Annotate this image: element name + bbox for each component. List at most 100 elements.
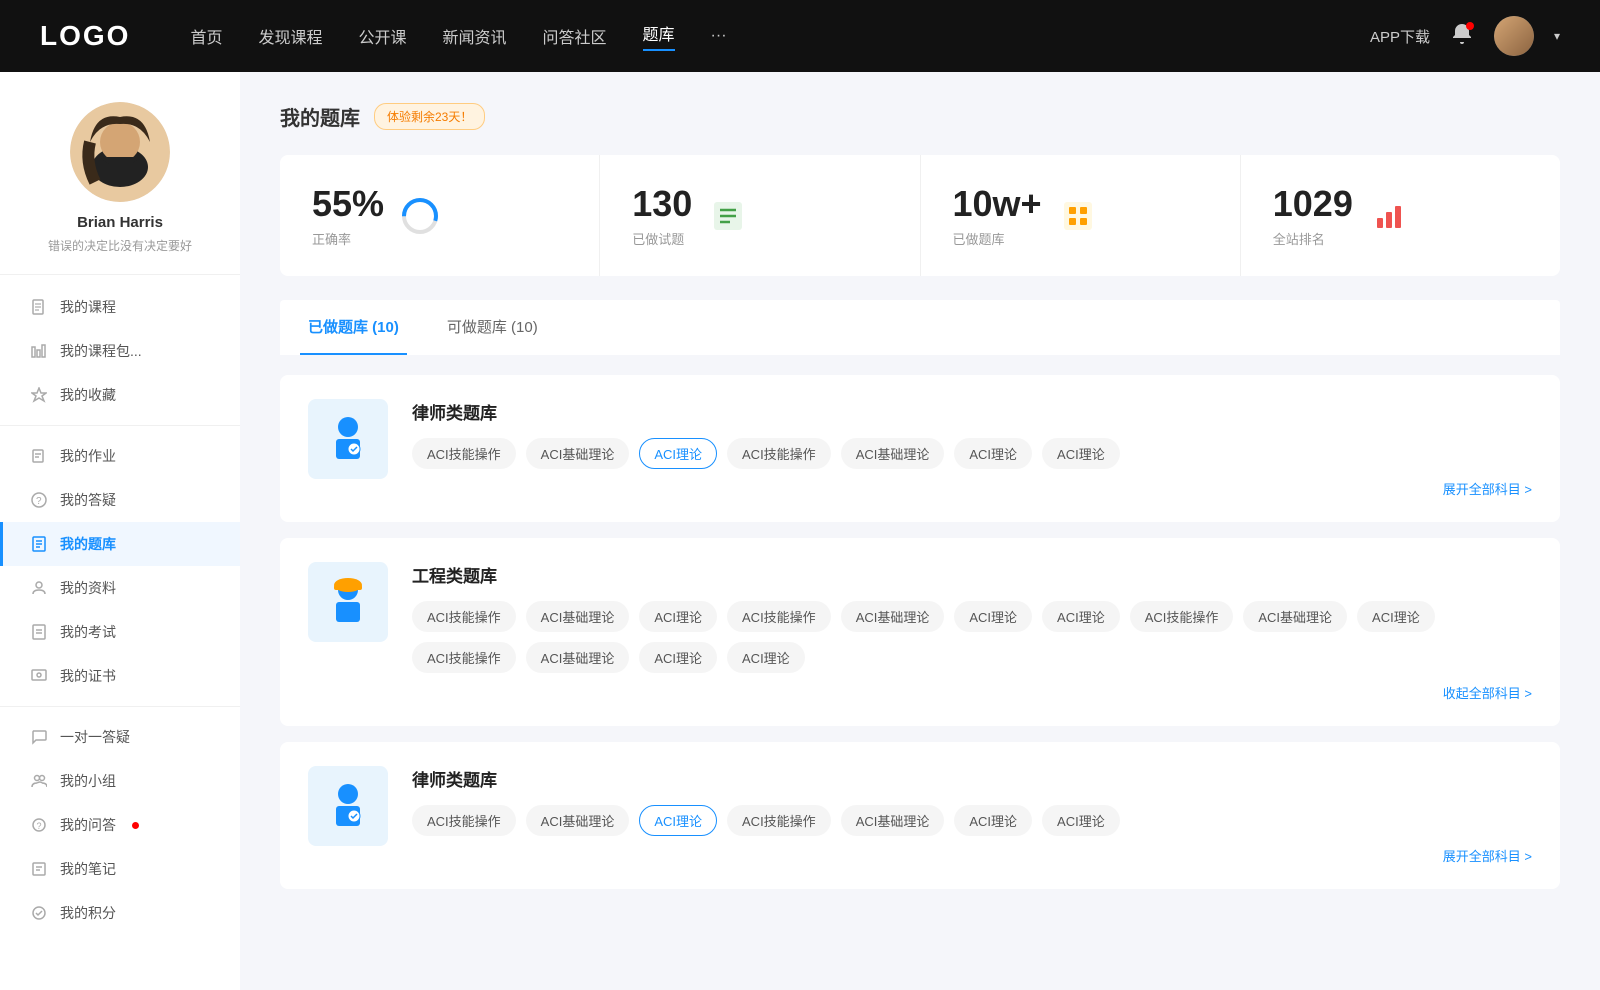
- nav-news[interactable]: 新闻资讯: [443, 24, 507, 48]
- stat-accuracy: 55% 正确率: [280, 155, 600, 276]
- menu-label: 我的考试: [60, 622, 116, 642]
- tag[interactable]: ACI基础理论: [841, 805, 945, 836]
- menu-label: 我的问答: [60, 815, 116, 835]
- menu-tutor[interactable]: 一对一答疑: [0, 715, 240, 759]
- chart-icon: [30, 342, 48, 360]
- stat-rank: 1029 全站排名: [1241, 155, 1560, 276]
- avatar-chevron[interactable]: ▾: [1554, 29, 1560, 43]
- notification-dot: [1466, 22, 1474, 30]
- menu-cert[interactable]: 我的证书: [0, 654, 240, 698]
- nav-open[interactable]: 公开课: [358, 24, 406, 48]
- expand-link-2[interactable]: 展开全部科目 >: [412, 846, 1532, 865]
- nav-home[interactable]: 首页: [190, 24, 222, 48]
- qbank-content: 律师类题库 ACI技能操作 ACI基础理论 ACI理论 ACI技能操作 ACI基…: [412, 399, 1532, 498]
- menu-profile[interactable]: 我的资料: [0, 566, 240, 610]
- tag[interactable]: ACI技能操作: [727, 438, 831, 469]
- nav-qbank[interactable]: 题库: [643, 21, 675, 51]
- grid-icon: [1058, 196, 1098, 236]
- tag[interactable]: ACI技能操作: [412, 642, 516, 673]
- svg-text:?: ?: [37, 821, 42, 831]
- nav-links: 首页 发现课程 公开课 新闻资讯 问答社区 题库 ···: [190, 21, 1370, 51]
- tag[interactable]: ACI理论: [727, 642, 805, 673]
- tag[interactable]: ACI理论: [954, 805, 1032, 836]
- tag[interactable]: ACI理论: [1042, 805, 1120, 836]
- navbar: LOGO 首页 发现课程 公开课 新闻资讯 问答社区 题库 ··· APP下载 …: [0, 0, 1600, 72]
- tag-selected[interactable]: ACI理论: [639, 805, 717, 836]
- notification-bell[interactable]: [1450, 22, 1474, 51]
- tag[interactable]: ACI理论: [1357, 601, 1435, 632]
- app-download[interactable]: APP下载: [1370, 26, 1430, 47]
- profile-avatar: [70, 102, 170, 202]
- tag[interactable]: ACI理论: [954, 601, 1032, 632]
- menu-my-qa[interactable]: ? 我的问答: [0, 803, 240, 847]
- stat-done-questions: 130 已做试题: [600, 155, 920, 276]
- menu-label: 我的收藏: [60, 385, 116, 405]
- tag[interactable]: ACI基础理论: [841, 601, 945, 632]
- tag[interactable]: ACI技能操作: [412, 805, 516, 836]
- bar-chart-icon: [1369, 196, 1409, 236]
- tag[interactable]: ACI理论: [639, 601, 717, 632]
- main-content: 我的题库 体验剩余23天！ 55% 正确率 130: [240, 72, 1600, 990]
- page-title: 我的题库: [280, 102, 360, 131]
- tag[interactable]: ACI技能操作: [412, 601, 516, 632]
- stat-content: 130 已做试题: [632, 183, 692, 248]
- collapse-link[interactable]: 收起全部科目 >: [412, 683, 1532, 702]
- tag[interactable]: ACI技能操作: [727, 601, 831, 632]
- sidebar: Brian Harris 错误的决定比没有决定要好 我的课程 我的课程包...: [0, 72, 240, 990]
- menu-exam[interactable]: 我的考试: [0, 610, 240, 654]
- qa-icon: ?: [30, 816, 48, 834]
- menu-favorites[interactable]: 我的收藏: [0, 373, 240, 417]
- tag[interactable]: ACI技能操作: [412, 438, 516, 469]
- tag[interactable]: ACI理论: [1042, 601, 1120, 632]
- nav-qa[interactable]: 问答社区: [543, 24, 607, 48]
- expand-link[interactable]: 展开全部科目 >: [412, 479, 1532, 498]
- menu-divider: [0, 425, 240, 426]
- stat-number: 10w+: [953, 183, 1042, 225]
- nav-more[interactable]: ···: [711, 27, 727, 45]
- page-header: 我的题库 体验剩余23天！: [280, 102, 1560, 131]
- list-icon: [708, 196, 748, 236]
- menu-notes[interactable]: 我的笔记: [0, 847, 240, 891]
- tag[interactable]: ACI理论: [639, 642, 717, 673]
- tag[interactable]: ACI基础理论: [1243, 601, 1347, 632]
- qbank-tags: ACI技能操作 ACI基础理论 ACI理论 ACI技能操作 ACI基础理论 AC…: [412, 601, 1532, 673]
- menu-homework[interactable]: 我的作业: [0, 434, 240, 478]
- tag[interactable]: ACI理论: [1042, 438, 1120, 469]
- tag[interactable]: ACI基础理论: [526, 805, 630, 836]
- stat-content: 1029 全站排名: [1273, 183, 1353, 248]
- tag[interactable]: ACI基础理论: [526, 601, 630, 632]
- menu-qbank[interactable]: 我的题库: [0, 522, 240, 566]
- stats-row: 55% 正确率 130 已做试题: [280, 155, 1560, 276]
- tab-available[interactable]: 可做题库 (10): [439, 300, 546, 355]
- cert-icon: [30, 667, 48, 685]
- menu-label: 我的资料: [60, 578, 116, 598]
- tag[interactable]: ACI技能操作: [1130, 601, 1234, 632]
- tag[interactable]: ACI基础理论: [526, 642, 630, 673]
- avatar[interactable]: [1494, 16, 1534, 56]
- menu-my-courses[interactable]: 我的课程: [0, 285, 240, 329]
- tab-done[interactable]: 已做题库 (10): [300, 300, 407, 355]
- trial-badge: 体验剩余23天！: [374, 103, 485, 130]
- menu-questions[interactable]: ? 我的答疑: [0, 478, 240, 522]
- profile-name: Brian Harris: [77, 214, 163, 231]
- menu-points[interactable]: 我的积分: [0, 891, 240, 935]
- menu-group[interactable]: 我的小组: [0, 759, 240, 803]
- qbank-title: 工程类题库: [412, 562, 1532, 587]
- avatar-illustration: [70, 102, 170, 202]
- tag[interactable]: ACI基础理论: [841, 438, 945, 469]
- lawyer-icon: [308, 399, 388, 479]
- tag-selected[interactable]: ACI理论: [639, 438, 717, 469]
- tag[interactable]: ACI基础理论: [526, 438, 630, 469]
- chat-icon: [30, 728, 48, 746]
- nav-discover[interactable]: 发现课程: [258, 24, 322, 48]
- nav-right: APP下载 ▾: [1370, 16, 1560, 56]
- menu-course-pack[interactable]: 我的课程包...: [0, 329, 240, 373]
- score-icon: [30, 904, 48, 922]
- stat-number: 1029: [1273, 183, 1353, 225]
- pie-chart-icon: [400, 196, 440, 236]
- menu-label: 我的课程包...: [60, 341, 142, 361]
- stat-done-banks: 10w+ 已做题库: [921, 155, 1241, 276]
- svg-text:?: ?: [36, 496, 42, 507]
- tag[interactable]: ACI理论: [954, 438, 1032, 469]
- tag[interactable]: ACI技能操作: [727, 805, 831, 836]
